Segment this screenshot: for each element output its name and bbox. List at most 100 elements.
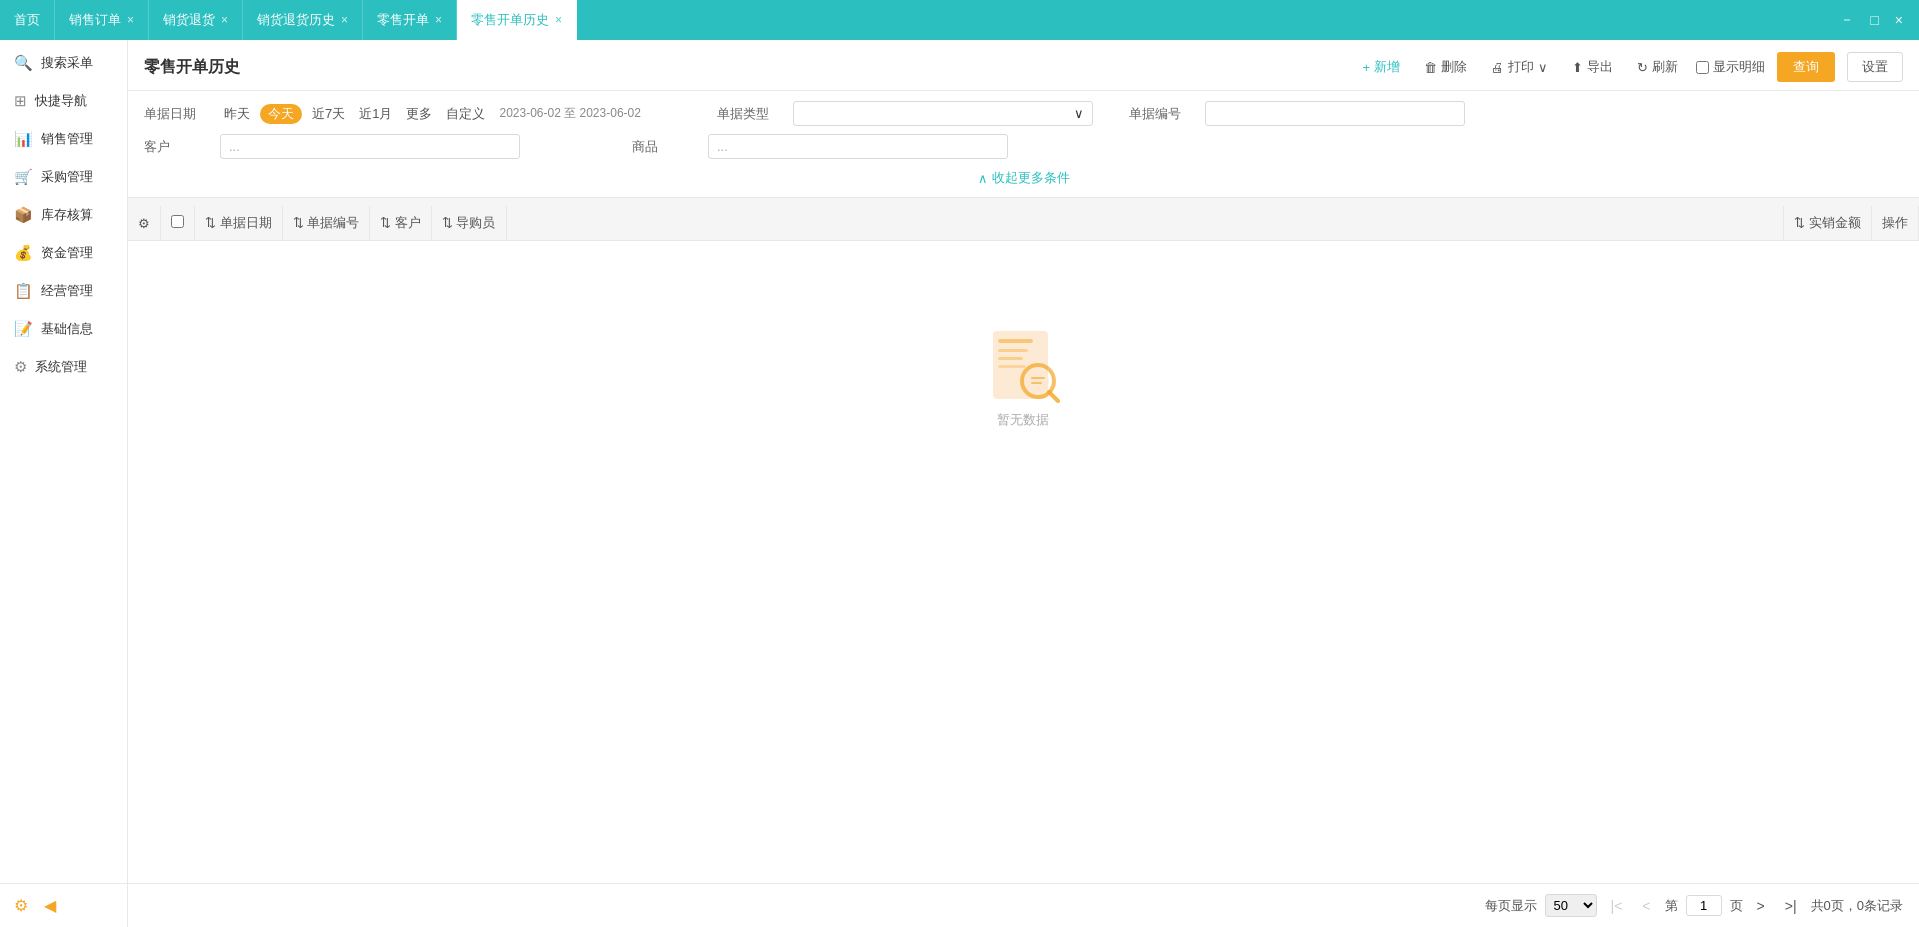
tab-home-label: 首页: [14, 11, 40, 29]
print-label: 打印: [1508, 58, 1534, 76]
settings-bottom-icon[interactable]: ⚙: [14, 896, 28, 915]
close-return-icon[interactable]: ×: [221, 13, 228, 27]
add-button[interactable]: + 新增: [1356, 54, 1406, 80]
delete-button[interactable]: 🗑 删除: [1418, 54, 1473, 80]
maximize-icon[interactable]: □: [1870, 12, 1878, 28]
table-container: ⚙ ⇅ 单据日期 ⇅ 单据编号 ⇅ 客户: [128, 206, 1919, 883]
customer-input[interactable]: ...: [220, 134, 520, 159]
settings-button[interactable]: 设置: [1847, 52, 1903, 82]
th-salesperson[interactable]: ⇅ 导购员: [431, 206, 506, 241]
last-page-button[interactable]: >|: [1779, 896, 1803, 916]
purchase-icon: 🛒: [14, 168, 33, 186]
query-button[interactable]: 查询: [1777, 52, 1835, 82]
collapse-arrow-icon: ∧: [978, 171, 988, 186]
settings-col-icon[interactable]: ⚙: [138, 216, 150, 231]
prev-page-button[interactable]: <: [1636, 896, 1656, 916]
shortcut-today[interactable]: 今天: [260, 104, 302, 124]
goods-dots: ...: [717, 139, 728, 154]
next-page-button[interactable]: >: [1751, 896, 1771, 916]
th-date[interactable]: ⇅ 单据日期: [195, 206, 283, 241]
tab-return-history-label: 销货退货历史: [257, 11, 335, 29]
filter-row-2: 客户 ... 商品 ...: [144, 134, 1903, 159]
first-page-button[interactable]: |<: [1605, 896, 1629, 916]
goods-input[interactable]: ...: [708, 134, 1008, 159]
sidebar-item-system[interactable]: ⚙ 系统管理: [0, 348, 127, 386]
minimize-icon[interactable]: －: [1840, 11, 1854, 29]
th-date-label: ⇅ 单据日期: [205, 215, 272, 230]
th-number[interactable]: ⇅ 单据编号: [282, 206, 370, 241]
display-detail-checkbox-input[interactable]: [1696, 61, 1709, 74]
svg-line-7: [1049, 392, 1058, 401]
basic-icon: 📝: [14, 320, 33, 338]
shortcut-more[interactable]: 更多: [402, 104, 436, 124]
window-controls: － □ ×: [1840, 0, 1919, 40]
tab-home[interactable]: 首页: [0, 0, 55, 40]
sidebar-item-nav-label: 快捷导航: [35, 92, 87, 110]
sidebar-item-basic[interactable]: 📝 基础信息: [0, 310, 127, 348]
per-page-label: 每页显示: [1485, 897, 1537, 915]
operation-icon: 📋: [14, 282, 33, 300]
tab-retail-order[interactable]: 零售开单 ×: [363, 0, 457, 40]
sidebar-item-finance[interactable]: 💰 资金管理: [0, 234, 127, 272]
sidebar-item-sales[interactable]: 📊 销售管理: [0, 120, 127, 158]
sidebar-item-operation[interactable]: 📋 经营管理: [0, 272, 127, 310]
shortcut-custom[interactable]: 自定义: [442, 104, 489, 124]
sidebar-item-operation-label: 经营管理: [41, 282, 93, 300]
doc-number-input[interactable]: [1205, 101, 1465, 126]
page-header: 零售开单历史 + 新增 🗑 删除 🖨 打印 ∨ ⬆ 导出: [128, 40, 1919, 91]
select-all-checkbox[interactable]: [171, 215, 184, 228]
customer-label: 客户: [144, 138, 204, 156]
th-amount[interactable]: ⇅ 实销金额: [1784, 206, 1872, 241]
svg-rect-4: [998, 365, 1026, 368]
close-return-history-icon[interactable]: ×: [341, 13, 348, 27]
sidebar-item-purchase-label: 采购管理: [41, 168, 93, 186]
th-settings[interactable]: ⚙: [128, 206, 161, 241]
collapse-button[interactable]: ∧ 收起更多条件: [978, 169, 1070, 187]
tab-return-history[interactable]: 销货退货历史 ×: [243, 0, 363, 40]
th-salesperson-label: ⇅ 导购员: [442, 215, 496, 230]
toolbar: + 新增 🗑 删除 🖨 打印 ∨ ⬆ 导出 ↻ 刷新: [1356, 52, 1903, 82]
close-sales-order-icon[interactable]: ×: [127, 13, 134, 27]
sidebar-item-basic-label: 基础信息: [41, 320, 93, 338]
customer-dots: ...: [229, 139, 240, 154]
refresh-label: 刷新: [1652, 58, 1678, 76]
th-number-label: ⇅ 单据编号: [293, 215, 360, 230]
th-checkbox[interactable]: [161, 206, 195, 241]
th-action: 操作: [1872, 206, 1919, 241]
collapse-sidebar-icon[interactable]: ◀: [44, 896, 56, 915]
content-area: 零售开单历史 + 新增 🗑 删除 🖨 打印 ∨ ⬆ 导出: [128, 40, 1919, 927]
table-body: 暂无数据: [128, 241, 1919, 510]
th-customer[interactable]: ⇅ 客户: [370, 206, 432, 241]
refresh-button[interactable]: ↻ 刷新: [1631, 54, 1684, 80]
sidebar-item-inventory[interactable]: 📦 库存核算: [0, 196, 127, 234]
export-button[interactable]: ⬆ 导出: [1566, 54, 1619, 80]
per-page-select[interactable]: 50 100 200: [1545, 894, 1597, 917]
system-icon: ⚙: [14, 358, 27, 376]
sidebar-item-search[interactable]: 🔍 搜索采单: [0, 44, 127, 82]
page-label: 第: [1665, 897, 1678, 915]
page-number-input[interactable]: [1686, 895, 1722, 916]
sidebar-item-purchase[interactable]: 🛒 采购管理: [0, 158, 127, 196]
sidebar-item-system-label: 系统管理: [35, 358, 87, 376]
search-icon: 🔍: [14, 54, 33, 72]
sidebar-item-sales-label: 销售管理: [41, 130, 93, 148]
doc-type-select[interactable]: ∨: [793, 101, 1093, 126]
delete-label: 删除: [1441, 58, 1467, 76]
close-retail-order-icon[interactable]: ×: [435, 13, 442, 27]
shortcut-1month[interactable]: 近1月: [355, 104, 396, 124]
display-detail-toggle[interactable]: 显示明细: [1696, 58, 1765, 76]
shortcut-yesterday[interactable]: 昨天: [220, 104, 254, 124]
th-spacer: [506, 206, 1784, 241]
print-button[interactable]: 🖨 打印 ∨: [1485, 54, 1554, 80]
svg-rect-1: [998, 339, 1033, 343]
sidebar-item-nav[interactable]: ⊞ 快捷导航: [0, 82, 127, 120]
export-icon: ⬆: [1572, 60, 1583, 75]
close-retail-history-icon[interactable]: ×: [555, 13, 562, 27]
sales-icon: 📊: [14, 130, 33, 148]
nav-icon: ⊞: [14, 92, 27, 110]
shortcut-7days[interactable]: 近7天: [308, 104, 349, 124]
tab-retail-history[interactable]: 零售开单历史 ×: [457, 0, 577, 40]
tab-return[interactable]: 销货退货 ×: [149, 0, 243, 40]
tab-sales-order[interactable]: 销售订单 ×: [55, 0, 149, 40]
close-window-icon[interactable]: ×: [1895, 12, 1903, 28]
